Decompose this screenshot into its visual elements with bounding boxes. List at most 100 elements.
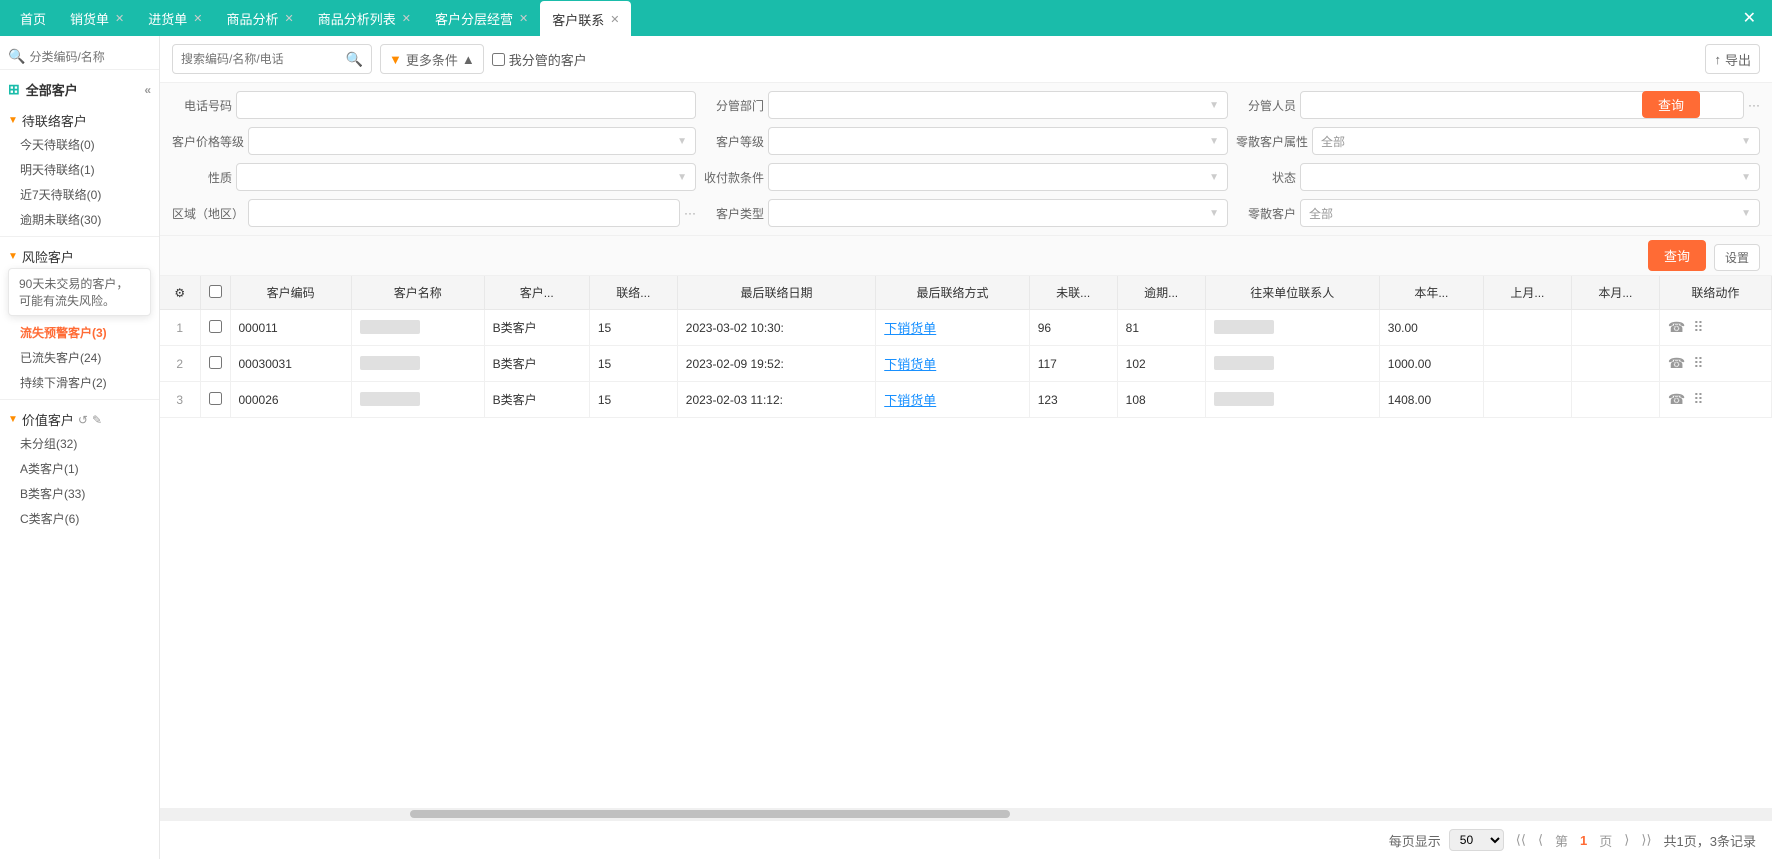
- tab-close-product-list[interactable]: ✕: [402, 12, 411, 25]
- zero-customer-chevron-icon: ▼: [1741, 208, 1751, 219]
- payment-select[interactable]: ▼: [768, 163, 1228, 191]
- scrollbar-thumb[interactable]: [410, 810, 1010, 818]
- customer-level-select[interactable]: ▼: [768, 127, 1228, 155]
- settings-button[interactable]: 设置: [1714, 244, 1760, 271]
- more-icon[interactable]: ···: [1748, 98, 1760, 112]
- dept-select[interactable]: ▼: [768, 91, 1228, 119]
- status-select[interactable]: ▼: [1300, 163, 1760, 191]
- sidebar-item-tomorrow[interactable]: 明天待联络(1): [0, 157, 159, 182]
- sidebar-item-churn-warning[interactable]: 流失预警客户(3): [0, 320, 159, 345]
- zero-attr-value: 全部: [1321, 133, 1345, 150]
- sidebar-item-class-a[interactable]: A类客户(1): [0, 456, 159, 481]
- sidebar-item-churned[interactable]: 已流失客户(24): [0, 345, 159, 370]
- customer-level-label: 客户等级: [704, 133, 764, 150]
- my-customers-checkbox[interactable]: [492, 53, 505, 66]
- row-select-checkbox-0[interactable]: [209, 320, 222, 333]
- current-page-number: 1: [1576, 833, 1591, 848]
- action-contact-icon-0[interactable]: ☎: [1668, 319, 1685, 336]
- refresh-icon[interactable]: ↺: [78, 413, 88, 427]
- sidebar-group-pending[interactable]: ▼ 待联络客户: [0, 105, 159, 132]
- select-all-checkbox[interactable]: [209, 285, 222, 298]
- row-checkbox-1[interactable]: [200, 346, 230, 382]
- query-button-main[interactable]: 查询: [1648, 240, 1706, 271]
- col-checkbox-all[interactable]: [200, 276, 230, 310]
- tab-product-analysis-list[interactable]: 商品分析列表 ✕: [306, 0, 423, 36]
- sidebar-search-input[interactable]: [29, 50, 151, 64]
- gender-select[interactable]: ▼: [236, 163, 696, 191]
- filter-customer-level-row: 客户等级 ▼: [704, 127, 1228, 155]
- zero-customer-select[interactable]: 全部 ▼: [1300, 199, 1760, 227]
- sidebar-item-declining[interactable]: 持续下滑客户(2): [0, 370, 159, 395]
- sidebar-item-overdue[interactable]: 逾期未联络(30): [0, 207, 159, 232]
- advanced-filter: 电话号码 分管部门 ▼ 分管人员 ··· 查询: [160, 83, 1772, 236]
- export-button[interactable]: ↑ 导出: [1705, 44, 1760, 74]
- row-code-0: 000011: [230, 310, 351, 346]
- sidebar-all-customers[interactable]: ⊞ 全部客户 «: [0, 74, 159, 105]
- row-checkbox-0[interactable]: [200, 310, 230, 346]
- tab-home[interactable]: 首页: [8, 9, 58, 28]
- zero-customer-label: 零散客户: [1236, 205, 1296, 222]
- row-last-method-1[interactable]: 下销货单: [876, 346, 1029, 382]
- sidebar-item-unclassified[interactable]: 未分组(32): [0, 431, 159, 456]
- price-level-select[interactable]: ▼: [248, 127, 696, 155]
- window-close-button[interactable]: ✕: [1735, 8, 1764, 28]
- per-page-select[interactable]: 50 100 200: [1449, 829, 1504, 851]
- page-prefix: 第: [1551, 831, 1572, 850]
- tab-close-customer-contact[interactable]: ✕: [610, 13, 619, 26]
- search-button-icon[interactable]: 🔍: [346, 51, 363, 68]
- query-button[interactable]: 查询: [1642, 91, 1700, 118]
- page-last-btn[interactable]: ⟩⟩: [1637, 832, 1655, 848]
- sidebar-item-class-c[interactable]: C类客户(6): [0, 506, 159, 531]
- region-select[interactable]: [248, 199, 680, 227]
- action-contact-icon-1[interactable]: ☎: [1668, 355, 1685, 372]
- page-first-btn[interactable]: ⟨⟨: [1512, 832, 1530, 848]
- payment-chevron-icon: ▼: [1209, 172, 1219, 183]
- last-method-link-2[interactable]: 下销货单: [884, 393, 936, 408]
- tab-product-analysis[interactable]: 商品分析 ✕: [214, 0, 305, 36]
- row-checkbox-2[interactable]: [200, 382, 230, 418]
- tab-close-customer-tier[interactable]: ✕: [519, 12, 528, 25]
- tab-customer-tier[interactable]: 客户分层经营 ✕: [423, 0, 540, 36]
- filter-zero-customer-row: 零散客户 全部 ▼: [1236, 199, 1760, 227]
- customer-type-chevron-icon: ▼: [1209, 208, 1219, 219]
- page-prev-btn[interactable]: ⟨: [1534, 832, 1547, 848]
- sidebar-item-7days[interactable]: 近7天待联络(0): [0, 182, 159, 207]
- action-contact-icon-2[interactable]: ☎: [1668, 391, 1685, 408]
- col-settings[interactable]: ⚙: [160, 276, 200, 310]
- horizontal-scrollbar[interactable]: [160, 808, 1772, 820]
- row-actions-0: ☎ ⠿: [1659, 310, 1771, 346]
- last-method-link-0[interactable]: 下销货单: [884, 321, 936, 336]
- action-more-icon-1[interactable]: ⠿: [1693, 355, 1703, 372]
- row-last-date-0: 2023-03-02 10:30:: [677, 310, 875, 346]
- tab-close-purchase[interactable]: ✕: [193, 12, 202, 25]
- edit-icon[interactable]: ✎: [92, 413, 102, 427]
- last-method-link-1[interactable]: 下销货单: [884, 357, 936, 372]
- row-last-method-2[interactable]: 下销货单: [876, 382, 1029, 418]
- filter-person-row: 分管人员 ··· 查询 查询: [1236, 91, 1760, 119]
- tab-customer-contact[interactable]: 客户联系 ✕: [540, 1, 631, 37]
- row-last-method-0[interactable]: 下销货单: [876, 310, 1029, 346]
- page-next-btn[interactable]: ⟩: [1620, 832, 1633, 848]
- table-header-row: ⚙ 客户编码 客户名称 客户... 联络... 最后联络日期 最后联络方式 未联…: [160, 276, 1772, 310]
- customer-type-select[interactable]: ▼: [768, 199, 1228, 227]
- zero-attr-select[interactable]: 全部 ▼: [1312, 127, 1760, 155]
- row-select-checkbox-1[interactable]: [209, 356, 222, 369]
- action-more-icon-2[interactable]: ⠿: [1693, 391, 1703, 408]
- tab-close-sales[interactable]: ✕: [115, 12, 124, 25]
- sidebar-item-class-b[interactable]: B类客户(33): [0, 481, 159, 506]
- more-conditions-btn[interactable]: ▼ 更多条件 ▲: [380, 44, 484, 74]
- action-more-icon-0[interactable]: ⠿: [1693, 319, 1703, 336]
- row-select-checkbox-2[interactable]: [209, 392, 222, 405]
- zero-customer-value: 全部: [1309, 205, 1333, 222]
- tab-purchase[interactable]: 进货单 ✕: [136, 0, 214, 36]
- sidebar-item-today[interactable]: 今天待联络(0): [0, 132, 159, 157]
- tab-sales-order[interactable]: 销货单 ✕: [58, 0, 136, 36]
- search-input[interactable]: [181, 52, 346, 66]
- sidebar-group-risk[interactable]: ▼ 风险客户: [0, 241, 159, 268]
- blurred-person-1: [1214, 356, 1274, 370]
- my-customers-checkbox-wrap[interactable]: 我分管的客户: [492, 50, 587, 69]
- tab-close-product[interactable]: ✕: [285, 12, 294, 25]
- phone-input[interactable]: [236, 91, 696, 119]
- region-more-icon[interactable]: ···: [684, 206, 696, 220]
- divider-1: [0, 236, 159, 237]
